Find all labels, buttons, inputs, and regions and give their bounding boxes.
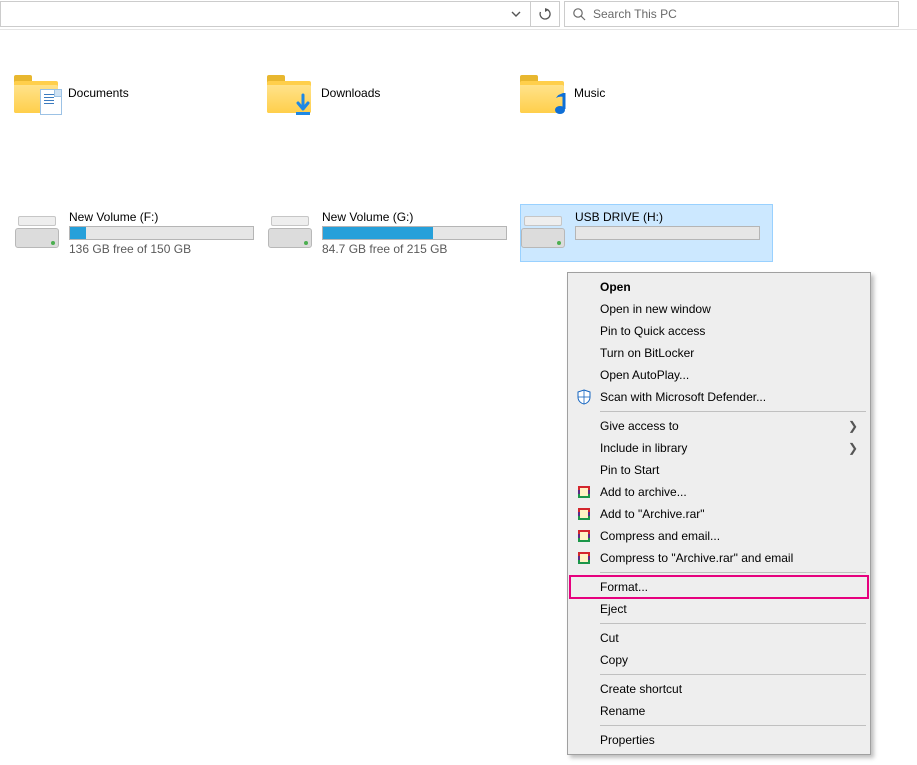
ctx-open[interactable]: Open	[570, 276, 868, 298]
ctx-label: Pin to Quick access	[600, 324, 705, 338]
ctx-label: Create shortcut	[600, 682, 682, 696]
capacity-bar	[322, 226, 507, 240]
ctx-label: Cut	[600, 631, 619, 645]
toolbar: Search This PC	[0, 0, 917, 30]
ctx-add-archive[interactable]: Add to archive...	[570, 481, 868, 503]
drive-icon	[268, 214, 312, 248]
capacity-bar	[575, 226, 760, 240]
drive-free-text: 84.7 GB free of 215 GB	[322, 242, 515, 256]
drive-f[interactable]: New Volume (F:) 136 GB free of 150 GB	[14, 204, 267, 262]
ctx-cut[interactable]: Cut	[570, 627, 868, 649]
ctx-label: Compress and email...	[600, 529, 720, 543]
search-placeholder: Search This PC	[593, 7, 677, 21]
drive-icon	[521, 214, 565, 248]
ctx-label: Copy	[600, 653, 628, 667]
rar-icon	[576, 484, 592, 500]
ctx-give-access[interactable]: Give access to ❯	[570, 415, 868, 437]
ctx-label: Eject	[600, 602, 627, 616]
downloads-folder-icon	[267, 73, 311, 113]
search-input[interactable]: Search This PC	[564, 1, 899, 27]
ctx-label: Open in new window	[600, 302, 711, 316]
submenu-arrow-icon: ❯	[848, 419, 858, 433]
ctx-defender-scan[interactable]: Scan with Microsoft Defender...	[570, 386, 868, 408]
ctx-rename[interactable]: Rename	[570, 700, 868, 722]
folder-label: Downloads	[321, 86, 380, 100]
folder-downloads[interactable]: Downloads	[267, 64, 520, 122]
drives-row: New Volume (F:) 136 GB free of 150 GB Ne…	[14, 204, 917, 262]
history-dropdown-icon[interactable]	[502, 2, 530, 26]
ctx-pin-quick-access[interactable]: Pin to Quick access	[570, 320, 868, 342]
drive-h[interactable]: USB DRIVE (H:)	[520, 204, 773, 262]
defender-icon	[576, 389, 592, 405]
ctx-label: Compress to "Archive.rar" and email	[600, 551, 793, 565]
ctx-label: Add to "Archive.rar"	[600, 507, 705, 521]
ctx-compress-rar-email[interactable]: Compress to "Archive.rar" and email	[570, 547, 868, 569]
ctx-label: Include in library	[600, 441, 687, 455]
ctx-format[interactable]: Format...	[570, 576, 868, 598]
folder-music[interactable]: Music	[520, 64, 773, 122]
ctx-label: Open AutoPlay...	[600, 368, 689, 382]
refresh-icon[interactable]	[530, 2, 559, 26]
ctx-pin-start[interactable]: Pin to Start	[570, 459, 868, 481]
ctx-label: Properties	[600, 733, 655, 747]
ctx-open-new-window[interactable]: Open in new window	[570, 298, 868, 320]
documents-folder-icon	[14, 73, 58, 113]
rar-icon	[576, 528, 592, 544]
rar-icon	[576, 550, 592, 566]
ctx-separator	[600, 674, 866, 675]
drive-name: New Volume (G:)	[322, 210, 515, 224]
drive-name: New Volume (F:)	[69, 210, 262, 224]
ctx-label: Pin to Start	[600, 463, 659, 477]
ctx-properties[interactable]: Properties	[570, 729, 868, 751]
ctx-add-archive-rar[interactable]: Add to "Archive.rar"	[570, 503, 868, 525]
context-menu: Open Open in new window Pin to Quick acc…	[567, 272, 871, 755]
folder-label: Music	[574, 86, 605, 100]
folder-documents[interactable]: Documents	[14, 64, 267, 122]
ctx-label: Rename	[600, 704, 645, 718]
rar-icon	[576, 506, 592, 522]
ctx-create-shortcut[interactable]: Create shortcut	[570, 678, 868, 700]
drive-name: USB DRIVE (H:)	[575, 210, 768, 224]
ctx-eject[interactable]: Eject	[570, 598, 868, 620]
ctx-label: Scan with Microsoft Defender...	[600, 390, 766, 404]
ctx-label: Give access to	[600, 419, 679, 433]
address-bar[interactable]	[0, 1, 560, 27]
ctx-label: Open	[600, 280, 631, 294]
drive-icon	[15, 214, 59, 248]
ctx-separator	[600, 411, 866, 412]
ctx-label: Turn on BitLocker	[600, 346, 694, 360]
content-area: Documents Downloads Music New Volume (F:…	[0, 30, 917, 262]
ctx-bitlocker[interactable]: Turn on BitLocker	[570, 342, 868, 364]
music-folder-icon	[520, 73, 564, 113]
submenu-arrow-icon: ❯	[848, 441, 858, 455]
drive-g[interactable]: New Volume (G:) 84.7 GB free of 215 GB	[267, 204, 520, 262]
ctx-label: Format...	[600, 580, 648, 594]
folders-row: Documents Downloads Music	[14, 64, 917, 122]
ctx-include-library[interactable]: Include in library ❯	[570, 437, 868, 459]
folder-label: Documents	[68, 86, 129, 100]
ctx-autoplay[interactable]: Open AutoPlay...	[570, 364, 868, 386]
drive-free-text: 136 GB free of 150 GB	[69, 242, 262, 256]
ctx-separator	[600, 572, 866, 573]
ctx-copy[interactable]: Copy	[570, 649, 868, 671]
search-icon	[565, 7, 593, 21]
capacity-bar	[69, 226, 254, 240]
ctx-separator	[600, 725, 866, 726]
ctx-label: Add to archive...	[600, 485, 687, 499]
ctx-separator	[600, 623, 866, 624]
ctx-compress-email[interactable]: Compress and email...	[570, 525, 868, 547]
